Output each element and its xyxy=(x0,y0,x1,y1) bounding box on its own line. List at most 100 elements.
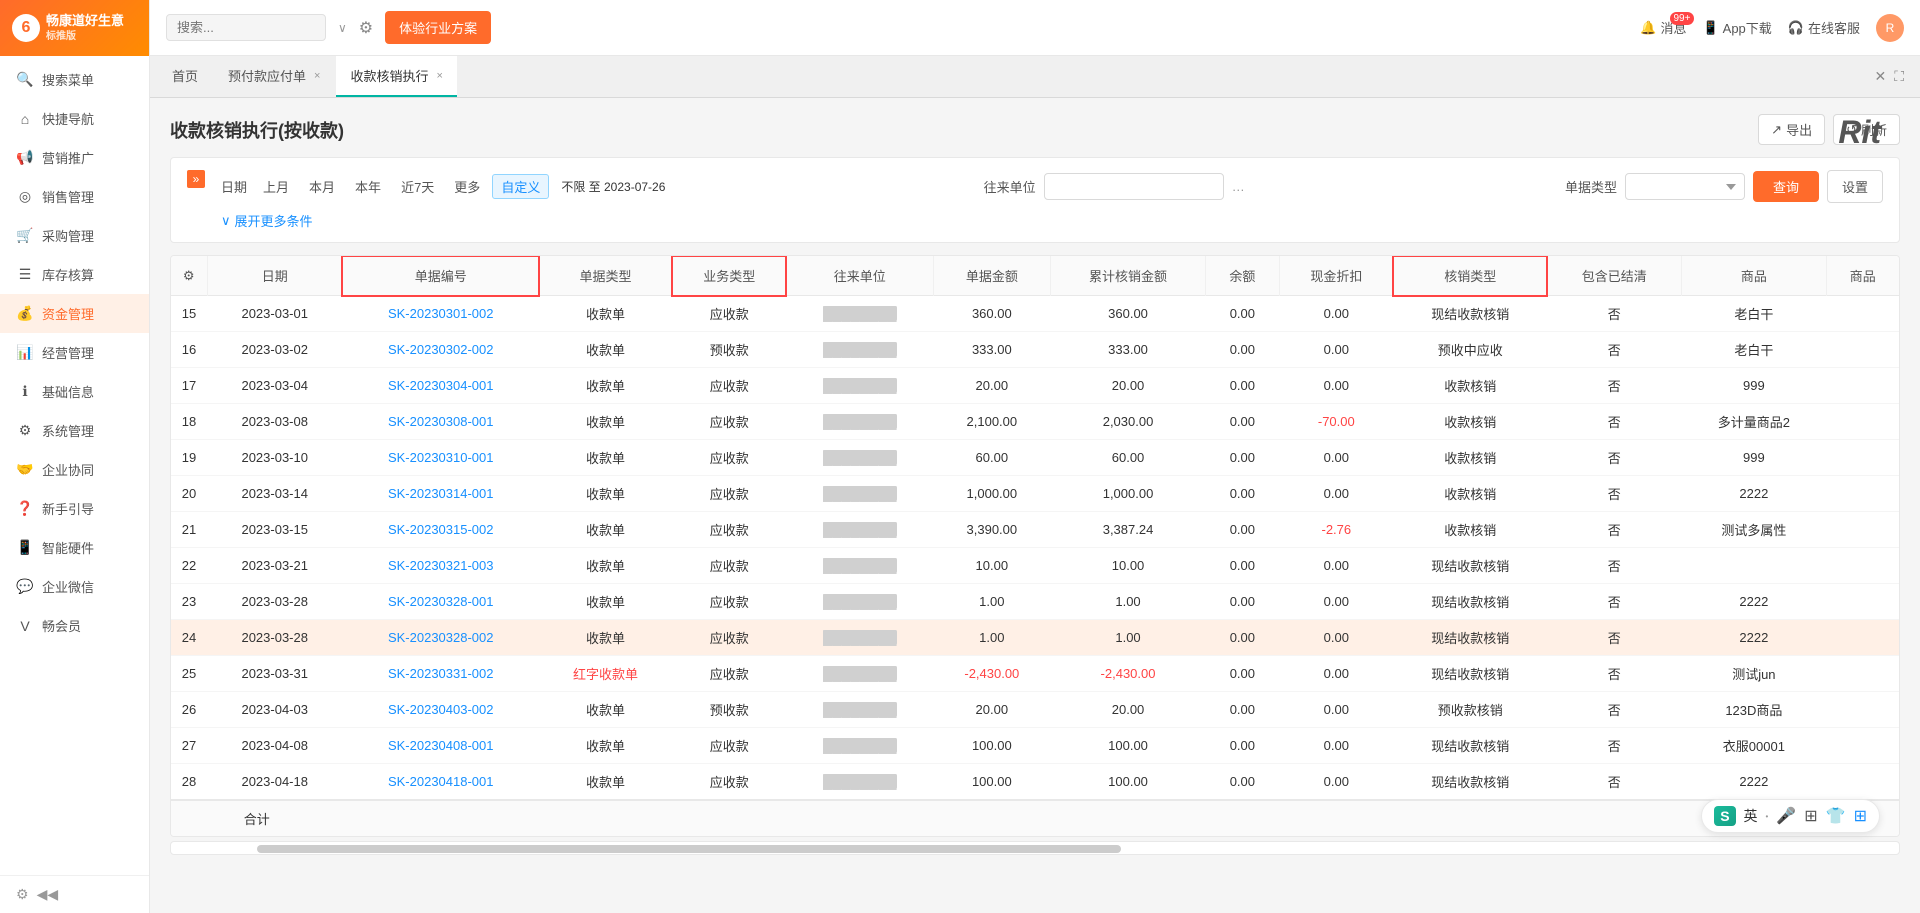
cell-cum-amount: 60.00 xyxy=(1051,440,1206,476)
cell-voucher-type: 收款单 xyxy=(539,404,672,440)
query-btn[interactable]: 查询 xyxy=(1753,171,1819,202)
date-label: 日期 xyxy=(221,177,247,196)
app-download-btn[interactable]: 📱 App下载 xyxy=(1702,18,1771,37)
tab-prepay[interactable]: 预付款应付单 × xyxy=(214,56,334,97)
sidebar-item-wechat[interactable]: 💬 企业微信 xyxy=(0,567,149,606)
voucher-type-select[interactable] xyxy=(1625,173,1745,200)
cell-cum-amount: 2,030.00 xyxy=(1051,404,1206,440)
counterpart-label: 往来单位 xyxy=(984,177,1036,196)
tab-collection[interactable]: 收款核销执行 × xyxy=(336,56,456,97)
cell-voucher-no[interactable]: SK-20230301-002 xyxy=(342,296,539,332)
th-date: 日期 xyxy=(207,256,342,296)
floating-shirt-icon[interactable]: 👕 xyxy=(1826,806,1846,826)
th-settings[interactable]: ⚙ xyxy=(171,256,207,296)
cell-voucher-no[interactable]: SK-20230314-001 xyxy=(342,476,539,512)
date-last-month[interactable]: 上月 xyxy=(255,175,297,198)
sidebar-item-marketing[interactable]: 📢 营销推广 xyxy=(0,138,149,177)
cell-voucher-no[interactable]: SK-20230308-001 xyxy=(342,404,539,440)
date-more[interactable]: 更多 xyxy=(446,175,488,198)
gear-icon[interactable]: ⚙ xyxy=(359,18,373,38)
cell-voucher-no[interactable]: SK-20230310-001 xyxy=(342,440,539,476)
cell-amount: 20.00 xyxy=(933,368,1050,404)
settings-icon[interactable]: ⚙ xyxy=(16,886,29,903)
expand-more-btn[interactable]: ∨ 展开更多条件 xyxy=(221,211,1883,230)
table-row: 28 2023-04-18 SK-20230418-001 收款单 应收款 ██… xyxy=(171,764,1899,801)
sidebar-item-guide[interactable]: ❓ 新手引导 xyxy=(0,489,149,528)
sidebar-item-purchase[interactable]: 🛒 采购管理 xyxy=(0,216,149,255)
filter-expand-btn[interactable]: » xyxy=(187,170,205,188)
date-7days[interactable]: 近7天 xyxy=(393,175,442,198)
online-service-btn[interactable]: 🎧 在线客服 xyxy=(1788,18,1860,37)
sidebar-item-finance[interactable]: 💰 资金管理 xyxy=(0,294,149,333)
floating-apps-icon[interactable]: ⊞ xyxy=(1854,806,1867,826)
industry-btn[interactable]: 体验行业方案 xyxy=(385,11,491,44)
top-header: ∨ ⚙ 体验行业方案 🔔 消息 99+ 📱 App下载 🎧 在线客服 R xyxy=(150,0,1920,56)
th-product2: 商品 xyxy=(1826,256,1899,296)
date-this-year[interactable]: 本年 xyxy=(347,175,389,198)
cell-counterpart: ████████ xyxy=(786,332,933,368)
cell-includes-settled: 否 xyxy=(1547,692,1682,728)
sidebar-icon-wechat: 💬 xyxy=(16,578,34,595)
cell-amount: 333.00 xyxy=(933,332,1050,368)
date-this-month[interactable]: 本月 xyxy=(301,175,343,198)
sidebar-item-inventory[interactable]: ☰ 库存核算 xyxy=(0,255,149,294)
tab-home[interactable]: 首页 xyxy=(158,56,212,97)
sidebar-item-operations[interactable]: 📊 经营管理 xyxy=(0,333,149,372)
cell-voucher-no[interactable]: SK-20230403-002 xyxy=(342,692,539,728)
table-row: 26 2023-04-03 SK-20230403-002 收款单 预收款 ██… xyxy=(171,692,1899,728)
th-amount: 单据金额 xyxy=(933,256,1050,296)
page-header: 收款核销执行(按收款) ↗ 导出 ↺ 刷新 xyxy=(170,114,1900,145)
table-row: 25 2023-03-31 SK-20230331-002 红字收款单 应收款 … xyxy=(171,656,1899,692)
tab-close-collection[interactable]: × xyxy=(436,70,442,82)
sidebar-item-sales[interactable]: ◎ 销售管理 xyxy=(0,177,149,216)
avatar[interactable]: R xyxy=(1876,14,1904,42)
cell-voucher-no[interactable]: SK-20230418-001 xyxy=(342,764,539,801)
cell-date: 2023-03-08 xyxy=(207,404,342,440)
floating-grid-icon[interactable]: ⊞ xyxy=(1804,806,1817,826)
cell-voucher-type: 收款单 xyxy=(539,332,672,368)
cell-voucher-type: 收款单 xyxy=(539,476,672,512)
footer-biz-type xyxy=(672,800,786,836)
cell-offset-type: 现结收款核销 xyxy=(1393,728,1546,764)
floating-mic-icon[interactable]: 🎤 xyxy=(1776,806,1796,826)
cell-voucher-no[interactable]: SK-20230321-003 xyxy=(342,548,539,584)
cell-voucher-type: 收款单 xyxy=(539,368,672,404)
cell-voucher-no[interactable]: SK-20230302-002 xyxy=(342,332,539,368)
cell-balance: 0.00 xyxy=(1206,404,1280,440)
cell-product1: 2222 xyxy=(1682,764,1826,801)
sidebar-item-basic[interactable]: ℹ 基础信息 xyxy=(0,372,149,411)
sidebar-item-system[interactable]: ⚙ 系统管理 xyxy=(0,411,149,450)
date-custom[interactable]: 自定义 xyxy=(492,174,549,199)
counterpart-input[interactable] xyxy=(1044,173,1224,200)
cell-voucher-no[interactable]: SK-20230331-002 xyxy=(342,656,539,692)
cell-voucher-no[interactable]: SK-20230328-001 xyxy=(342,584,539,620)
cell-voucher-no[interactable]: SK-20230408-001 xyxy=(342,728,539,764)
notification-btn[interactable]: 🔔 消息 99+ xyxy=(1640,18,1686,37)
sidebar-item-search[interactable]: 🔍 搜索菜单 xyxy=(0,60,149,99)
sidebar-item-hardware[interactable]: 📱 智能硬件 xyxy=(0,528,149,567)
horizontal-scrollbar[interactable] xyxy=(170,841,1900,855)
cell-biz-type: 应收款 xyxy=(672,440,786,476)
sidebar-label-vip: 畅会员 xyxy=(42,616,81,635)
cell-includes-settled: 否 xyxy=(1547,332,1682,368)
sidebar-item-vip[interactable]: V 畅会员 xyxy=(0,606,149,645)
tab-close-all-icon[interactable]: ✕ xyxy=(1874,68,1886,85)
cell-balance: 0.00 xyxy=(1206,584,1280,620)
cell-voucher-no[interactable]: SK-20230328-002 xyxy=(342,620,539,656)
floating-text-icon[interactable]: 英 xyxy=(1744,806,1758,826)
sidebar-icon-operations: 📊 xyxy=(16,344,34,361)
cell-voucher-no[interactable]: SK-20230315-002 xyxy=(342,512,539,548)
collapse-icon[interactable]: ◀◀ xyxy=(37,886,59,903)
sidebar-item-quicknav[interactable]: ⌂ 快捷导航 xyxy=(0,99,149,138)
tab-close-prepay[interactable]: × xyxy=(314,70,320,82)
cell-voucher-no[interactable]: SK-20230304-001 xyxy=(342,368,539,404)
sidebar-item-corp[interactable]: 🤝 企业协同 xyxy=(0,450,149,489)
cell-biz-type: 应收款 xyxy=(672,296,786,332)
cell-amount: 60.00 xyxy=(933,440,1050,476)
filter-settings-btn[interactable]: 设置 xyxy=(1827,170,1883,203)
breadcrumb-input[interactable] xyxy=(166,14,326,41)
sidebar-icon-sales: ◎ xyxy=(16,188,34,205)
cell-date: 2023-04-03 xyxy=(207,692,342,728)
export-btn[interactable]: ↗ 导出 xyxy=(1758,114,1825,145)
tab-fullscreen-icon[interactable]: ⛶ xyxy=(1894,68,1904,85)
